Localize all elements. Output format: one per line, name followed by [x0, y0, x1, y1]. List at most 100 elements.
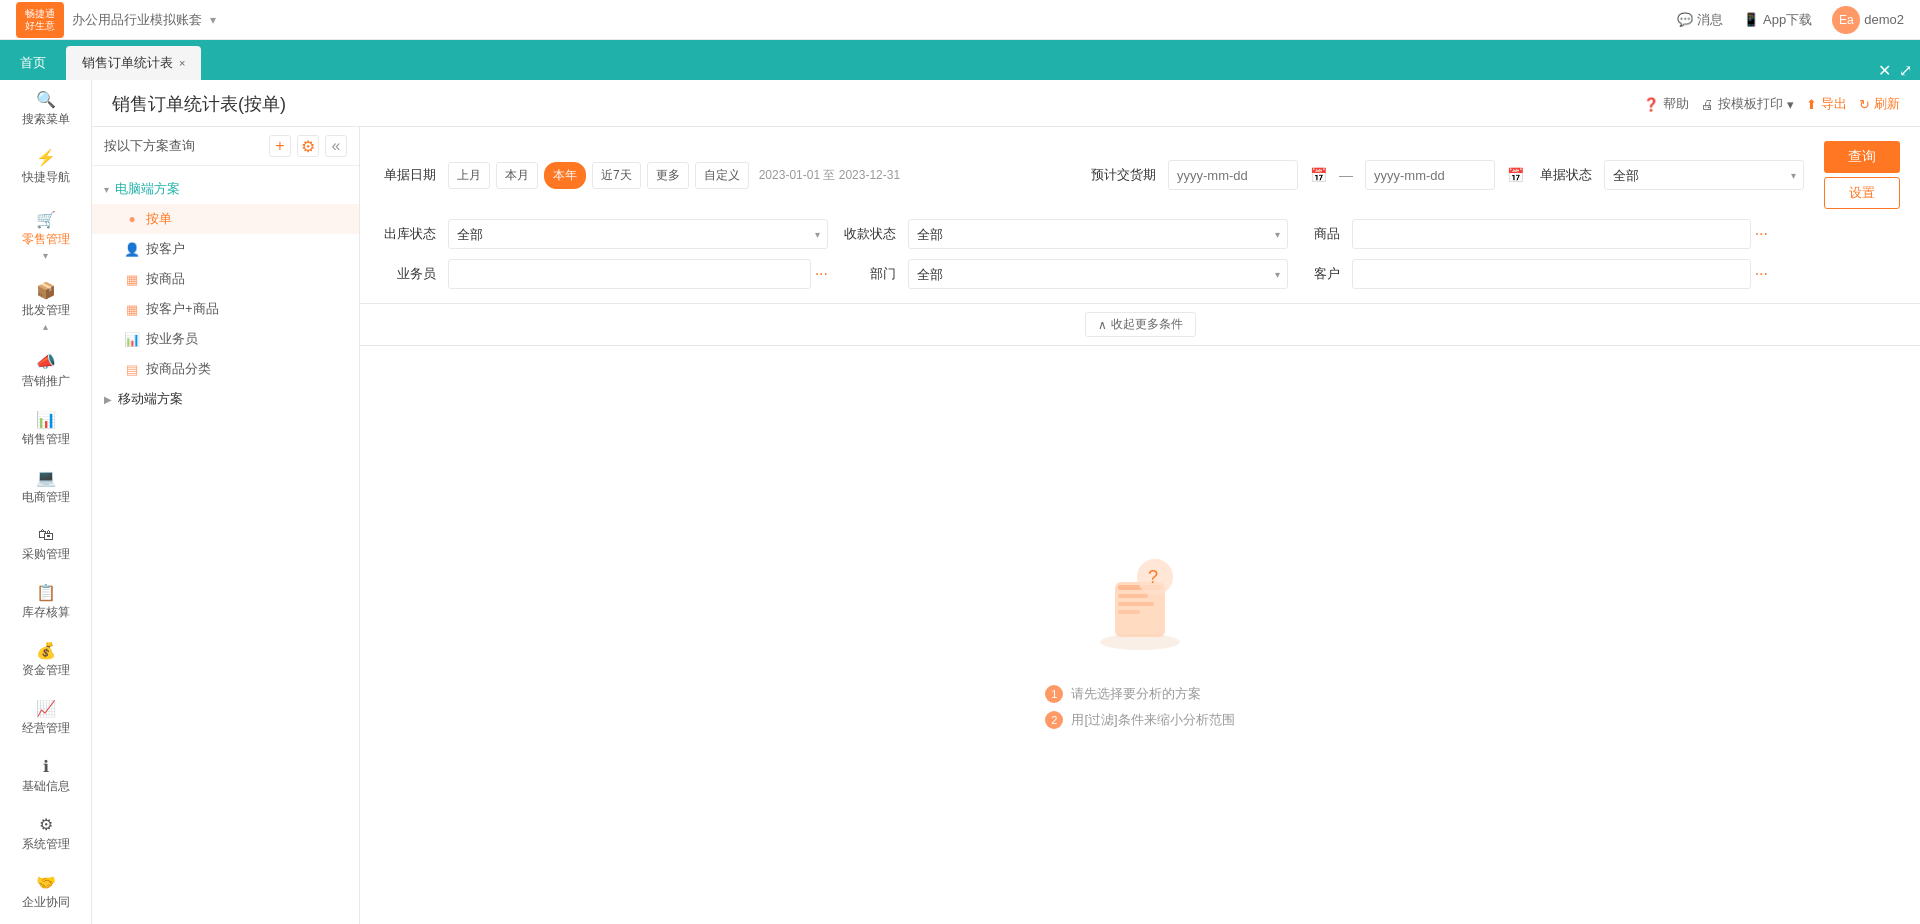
date-btn-7days[interactable]: 近7天 — [592, 162, 641, 189]
app-title: 办公用品行业模拟账套 — [72, 11, 202, 29]
filter-row-3: 业务员 ··· 部门 全部 ▾ 客户 — [380, 259, 1900, 289]
by-customer-product-icon: ▦ — [124, 301, 140, 317]
out-status-label: 出库状态 — [380, 225, 436, 243]
template-print-btn[interactable]: 🖨 按模板打印 ▾ — [1701, 95, 1794, 113]
dept-select-wrap: 全部 ▾ — [908, 259, 1288, 289]
sidebar: 🔍 搜索菜单 ⚡ 快捷导航 🛒 零售管理 ▾ 📦 批发管理 ▴ 📣 营销推广 📊… — [0, 80, 92, 924]
user-avatar-btn[interactable]: Ea demo2 — [1832, 6, 1904, 34]
retail-icon: 🛒 — [36, 210, 56, 229]
sidebar-item-ecommerce[interactable]: 💻 电商管理 — [0, 458, 91, 516]
sidebar-item-sales[interactable]: 📊 销售管理 — [0, 400, 91, 458]
date-btn-custom[interactable]: 自定义 — [695, 162, 749, 189]
customer-dots[interactable]: ··· — [1755, 265, 1768, 283]
sidebar-item-finance[interactable]: 💰 资金管理 — [0, 631, 91, 689]
sidebar-item-basic-info[interactable]: ℹ 基础信息 — [0, 747, 91, 805]
window-close-btn[interactable]: ✕ — [1878, 61, 1891, 80]
scheme-tree: ▾ 电脑端方案 ● 按单 👤 按客户 ▦ 按商 — [92, 166, 359, 422]
pc-scheme-group: ▾ 电脑端方案 ● 按单 👤 按客户 ▦ 按商 — [92, 174, 359, 384]
salesperson-input[interactable] — [448, 259, 811, 289]
sidebar-item-collab[interactable]: 🤝 企业协同 — [0, 863, 91, 921]
sidebar-item-search[interactable]: 🔍 搜索菜单 — [0, 80, 91, 138]
tab-close-btn[interactable]: × — [179, 57, 185, 69]
sidebar-item-inventory[interactable]: 📋 库存核算 — [0, 573, 91, 631]
page-title-actions: ❓ 帮助 🖨 按模板打印 ▾ ⬆ 导出 ↻ 刷新 — [1643, 95, 1900, 113]
product-dots[interactable]: ··· — [1755, 225, 1768, 243]
customer-input[interactable] — [1352, 259, 1751, 289]
sidebar-item-wholesale[interactable]: 📦 批发管理 ▴ — [0, 271, 91, 342]
filter-row-2: 出库状态 全部 未出库 部分出库 全部出库 ▾ 收款状态 — [380, 219, 1900, 249]
expected-date-start-input[interactable] — [1168, 160, 1298, 190]
by-salesperson-icon: 📊 — [124, 331, 140, 347]
scheme-by-product[interactable]: ▦ 按商品 — [92, 264, 359, 294]
product-input-wrap: ··· — [1352, 219, 1768, 249]
mobile-group-label: 移动端方案 — [118, 390, 183, 408]
status-select[interactable]: 全部 待审核 已审核 已关闭 — [1604, 160, 1804, 190]
date-btn-last-month[interactable]: 上月 — [448, 162, 490, 189]
date-btn-more[interactable]: 更多 — [647, 162, 689, 189]
tab-sales-order-stats[interactable]: 销售订单统计表 × — [66, 46, 201, 80]
scheme-by-order[interactable]: ● 按单 — [92, 204, 359, 234]
settings-btn[interactable]: 设置 — [1824, 177, 1900, 209]
top-bar-left: 畅捷通 好生意 办公用品行业模拟账套 ▾ — [16, 2, 216, 38]
product-input[interactable] — [1352, 219, 1751, 249]
title-dropdown-arrow[interactable]: ▾ — [210, 13, 216, 27]
date-label: 单据日期 — [380, 166, 436, 184]
status-select-wrap: 全部 待审核 已审核 已关闭 ▾ — [1604, 160, 1804, 190]
payment-status-select[interactable]: 全部 未收款 部分收款 全部收款 — [908, 219, 1288, 249]
sidebar-item-system[interactable]: ⚙ 系统管理 — [0, 805, 91, 863]
tip-num-2: 2 — [1045, 711, 1063, 729]
scheme-by-salesperson[interactable]: 📊 按业务员 — [92, 324, 359, 354]
date-start-calendar-icon[interactable]: 📅 — [1310, 167, 1327, 183]
dept-select[interactable]: 全部 — [908, 259, 1288, 289]
pc-group-header[interactable]: ▾ 电脑端方案 — [92, 174, 359, 204]
sidebar-item-management[interactable]: 📈 经营管理 — [0, 689, 91, 747]
search-btn[interactable]: 查询 — [1824, 141, 1900, 173]
mobile-scheme-group: ▶ 移动端方案 — [92, 384, 359, 414]
collapse-panel-btn[interactable]: « — [325, 135, 347, 157]
page-title-bar: 销售订单统计表(按单) ❓ 帮助 🖨 按模板打印 ▾ ⬆ 导出 — [92, 80, 1920, 127]
sidebar-item-marketing[interactable]: 📣 营销推广 — [0, 342, 91, 400]
sidebar-item-purchase[interactable]: 🛍 采购管理 — [0, 516, 91, 573]
two-panel: 按以下方案查询 + ⚙ « ▾ 电脑端方案 ● 按单 — [92, 127, 1920, 924]
tab-home[interactable]: 首页 — [4, 46, 62, 80]
date-btn-this-month[interactable]: 本月 — [496, 162, 538, 189]
right-panel: 单据日期 上月 本月 本年 近7天 更多 自定义 2023-01-01 至 20… — [360, 127, 1920, 924]
svg-rect-4 — [1118, 602, 1154, 606]
scheme-by-customer[interactable]: 👤 按客户 — [92, 234, 359, 264]
refresh-btn[interactable]: ↻ 刷新 — [1859, 95, 1900, 113]
app-download-btn[interactable]: 📱 App下载 — [1743, 11, 1812, 29]
tab-bar: 首页 销售订单统计表 × ✕ ⤢ — [0, 40, 1920, 80]
collapse-bar[interactable]: ∧ 收起更多条件 — [360, 304, 1920, 346]
retail-arrow: ▾ — [43, 250, 48, 261]
search-icon: 🔍 — [36, 90, 56, 109]
collab-icon: 🤝 — [36, 873, 56, 892]
help-btn[interactable]: ❓ 帮助 — [1643, 95, 1689, 113]
by-product-icon: ▦ — [124, 271, 140, 287]
expected-date-label: 预计交货期 — [1086, 166, 1156, 184]
out-status-select[interactable]: 全部 未出库 部分出库 全部出库 — [448, 219, 828, 249]
salesperson-input-wrap: ··· — [448, 259, 828, 289]
date-btn-this-year[interactable]: 本年 — [544, 162, 586, 189]
sidebar-item-retail[interactable]: 🛒 零售管理 ▾ — [0, 200, 91, 271]
scheme-by-customer-product[interactable]: ▦ 按客户+商品 — [92, 294, 359, 324]
add-scheme-btn[interactable]: + — [269, 135, 291, 157]
customer-label: 客户 — [1300, 265, 1340, 283]
scheme-by-category[interactable]: ▤ 按商品分类 — [92, 354, 359, 384]
purchase-icon: 🛍 — [38, 526, 54, 544]
window-expand-btn[interactable]: ⤢ — [1899, 61, 1912, 80]
sales-icon: 📊 — [36, 410, 56, 429]
scheme-settings-btn[interactable]: ⚙ — [297, 135, 319, 157]
print-dropdown-arrow: ▾ — [1787, 97, 1794, 112]
expected-date-end-input[interactable] — [1365, 160, 1495, 190]
customer-input-wrap: ··· — [1352, 259, 1768, 289]
mobile-group-header[interactable]: ▶ 移动端方案 — [92, 384, 359, 414]
message-btn[interactable]: 💬 消息 — [1677, 11, 1723, 29]
date-end-calendar-icon[interactable]: 📅 — [1507, 167, 1524, 183]
salesperson-dots[interactable]: ··· — [815, 265, 828, 283]
date-range-text: 2023-01-01 至 2023-12-31 — [759, 167, 900, 184]
print-icon: 🖨 — [1701, 97, 1714, 112]
empty-tip-1: 1 请先选择要分析的方案 — [1045, 685, 1234, 703]
system-icon: ⚙ — [39, 815, 53, 834]
sidebar-item-quicknav[interactable]: ⚡ 快捷导航 — [0, 138, 91, 196]
export-btn[interactable]: ⬆ 导出 — [1806, 95, 1847, 113]
